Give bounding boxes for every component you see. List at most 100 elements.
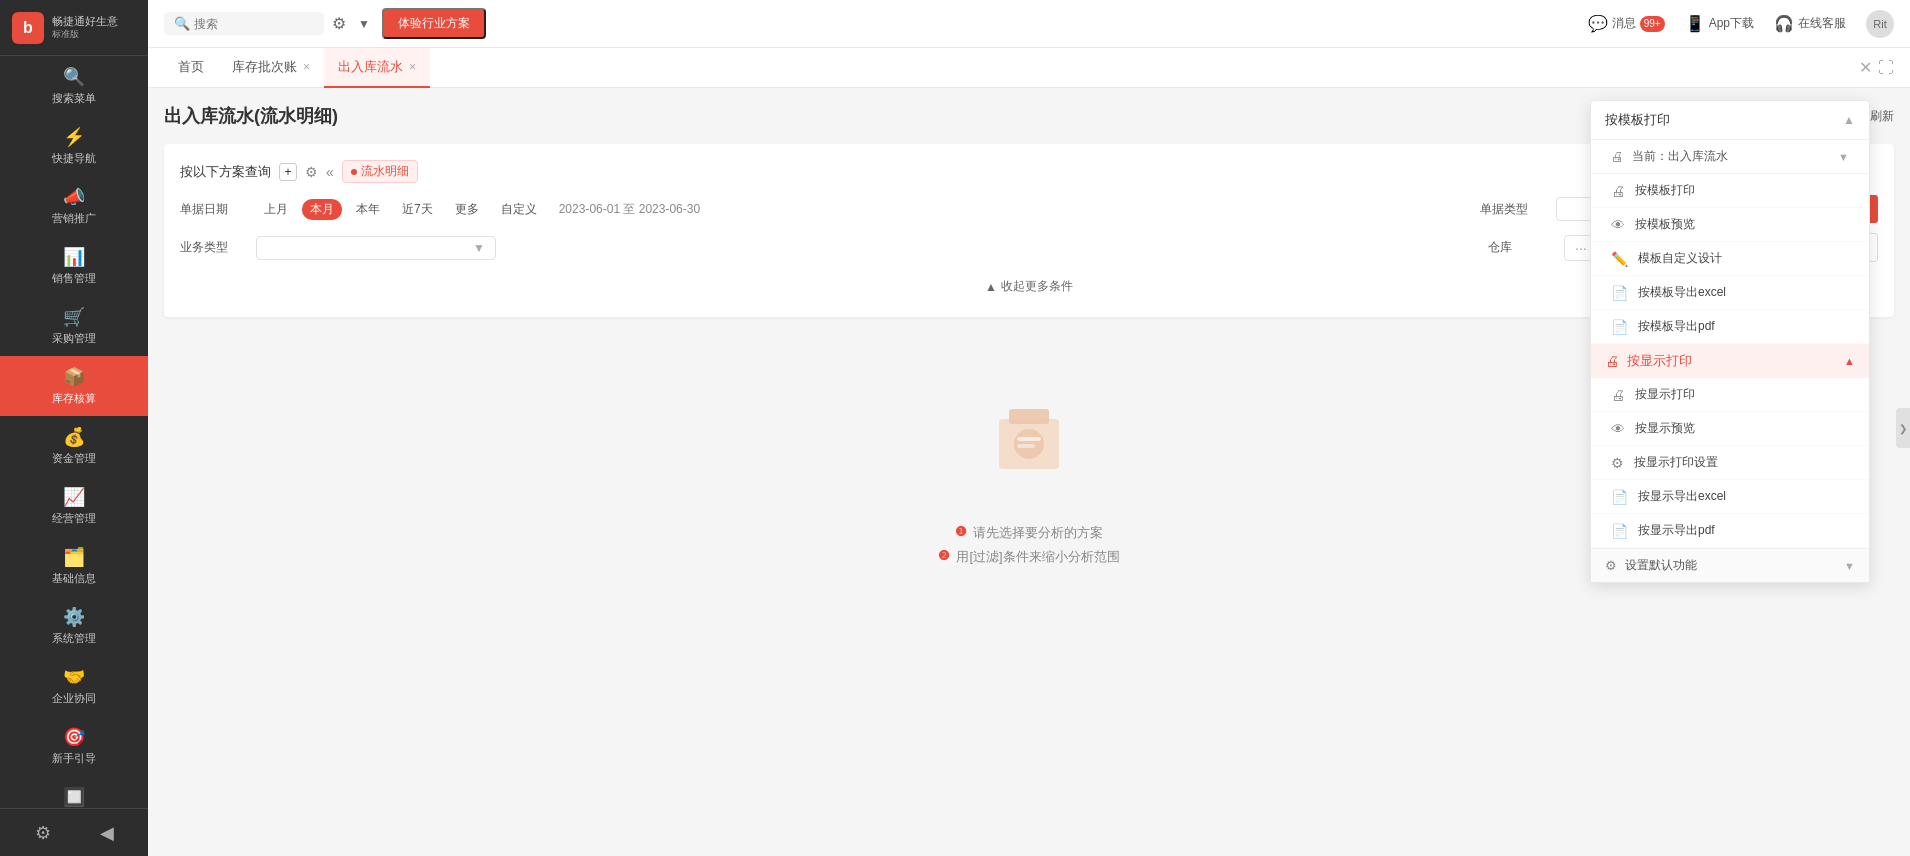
tab-home[interactable]: 首页 <box>164 48 218 88</box>
sidebar-label-search: 搜索菜单 <box>52 91 96 106</box>
app-download-label: App下载 <box>1709 15 1754 32</box>
display-export-pdf-item[interactable]: 📄 按显示导出pdf <box>1591 514 1869 548</box>
sidebar-item-system[interactable]: ⚙️ 系统管理 <box>0 596 148 656</box>
tab-flow[interactable]: 出入库流水 × <box>324 48 430 88</box>
sidebar-item-guide[interactable]: 🎯 新手引导 <box>0 716 148 776</box>
purchase-icon: 🛒 <box>63 306 85 328</box>
topbar-search-box[interactable]: 🔍 <box>164 12 324 35</box>
template-print-item[interactable]: 🖨 按模板打印 <box>1591 174 1869 208</box>
date-tab-current-month[interactable]: 本月 <box>302 199 342 220</box>
filter-warehouse-label: 仓库 <box>1488 239 1548 256</box>
collapse-bottom-icon[interactable]: ◀ <box>100 822 114 844</box>
tag-label: 流水明细 <box>361 163 409 180</box>
tab-flow-close[interactable]: × <box>409 60 416 74</box>
tab-home-label: 首页 <box>178 58 204 76</box>
display-section-header-inner: 🖨 按显示打印 <box>1605 352 1692 370</box>
user-avatar[interactable]: Rit <box>1866 10 1894 38</box>
template-section: 🖨 按模板打印 👁 按模板预览 ✏️ 模板自定义设计 📄 按模板导出excel … <box>1591 173 1869 344</box>
display-print-item[interactable]: 🖨 按显示打印 <box>1591 378 1869 412</box>
right-edge-collapse[interactable]: ❯ <box>1896 408 1910 448</box>
sidebar-item-quicknav[interactable]: ⚡ 快捷导航 <box>0 116 148 176</box>
search-input[interactable] <box>194 17 314 31</box>
tab-flow-label: 出入库流水 <box>338 58 403 76</box>
dropdown-header: 按模板打印 ▲ <box>1591 101 1869 140</box>
sidebar: b 畅捷通好生意 标准版 🔍 搜索菜单 ⚡ 快捷导航 📣 营销推广 📊 销售管理… <box>0 0 148 856</box>
message-icon: 💬 <box>1588 14 1608 33</box>
dropdown-up-icon: ▲ <box>1843 113 1855 127</box>
sidebar-label-finance: 资金管理 <box>52 451 96 466</box>
date-tab-last7[interactable]: 近7天 <box>394 199 441 220</box>
message-btn[interactable]: 💬 消息 99+ <box>1588 14 1665 33</box>
dropdown-current-selection: 🖨 当前：出入库流水 ▼ <box>1591 140 1869 173</box>
footer-chevron: ▼ <box>1844 560 1855 572</box>
display-preview-icon: 👁 <box>1611 421 1625 437</box>
template-preview-item[interactable]: 👁 按模板预览 <box>1591 208 1869 242</box>
sidebar-item-operation[interactable]: 📈 经营管理 <box>0 476 148 536</box>
inventory-icon: 📦 <box>63 366 85 388</box>
topbar-gear-icon[interactable]: ⚙ <box>332 14 346 33</box>
template-export-pdf-label: 按模板导出pdf <box>1638 318 1715 335</box>
tab-batch-close[interactable]: × <box>303 60 310 74</box>
logo-icon: b <box>12 12 44 44</box>
search-icon: 🔍 <box>63 66 85 88</box>
filter-collapse-btn[interactable]: « <box>326 164 334 180</box>
display-section-icon: 🖨 <box>1605 353 1619 369</box>
filter-settings-btn[interactable]: ⚙ <box>305 164 318 180</box>
sidebar-item-appcenter[interactable]: 🔲 应用中心 <box>0 776 148 808</box>
display-settings-item[interactable]: ⚙ 按显示打印设置 <box>1591 446 1869 480</box>
sidebar-item-marketing[interactable]: 📣 营销推广 <box>0 176 148 236</box>
sidebar-item-search[interactable]: 🔍 搜索菜单 <box>0 56 148 116</box>
warehouse-more-icon[interactable]: ··· <box>1575 240 1587 256</box>
sidebar-label-guide: 新手引导 <box>52 751 96 766</box>
sidebar-label-basic: 基础信息 <box>52 571 96 586</box>
display-export-excel-label: 按显示导出excel <box>1638 488 1726 505</box>
sidebar-bottom: ⚙ ◀ <box>0 808 148 856</box>
sidebar-label-sales: 销售管理 <box>52 271 96 286</box>
template-design-item[interactable]: ✏️ 模板自定义设计 <box>1591 242 1869 276</box>
operation-icon: 📈 <box>63 486 85 508</box>
customer-service-btn[interactable]: 🎧 在线客服 <box>1774 14 1846 33</box>
sidebar-item-finance[interactable]: 💰 资金管理 <box>0 416 148 476</box>
footer-label[interactable]: 设置默认功能 <box>1617 557 1844 574</box>
date-tab-more[interactable]: 更多 <box>447 199 487 220</box>
filter-add-btn[interactable]: + <box>279 163 297 181</box>
sidebar-item-purchase[interactable]: 🛒 采购管理 <box>0 296 148 356</box>
sidebar-label-marketing: 营销推广 <box>52 211 96 226</box>
sales-icon: 📊 <box>63 246 85 268</box>
biz-type-select[interactable]: ▼ <box>256 236 496 260</box>
settings-bottom-icon[interactable]: ⚙ <box>35 822 51 844</box>
display-export-excel-item[interactable]: 📄 按显示导出excel <box>1591 480 1869 514</box>
topbar-chevron-icon[interactable]: ▼ <box>358 17 370 31</box>
sidebar-label-inventory: 库存核算 <box>52 391 96 406</box>
topbar-search-icon: 🔍 <box>174 16 190 31</box>
sidebar-item-sales[interactable]: 📊 销售管理 <box>0 236 148 296</box>
template-export-pdf-item[interactable]: 📄 按模板导出pdf <box>1591 310 1869 344</box>
app-download-btn[interactable]: 📱 App下载 <box>1685 14 1754 33</box>
sidebar-item-inventory[interactable]: 📦 库存核算 <box>0 356 148 416</box>
display-preview-item[interactable]: 👁 按显示预览 <box>1591 412 1869 446</box>
date-tabs: 上月 本月 本年 近7天 更多 自定义 2023-06-01 至 2023-06… <box>256 199 700 220</box>
message-badge: 99+ <box>1640 16 1665 32</box>
date-tab-custom[interactable]: 自定义 <box>493 199 545 220</box>
maximize-window-icon[interactable]: ⛶ <box>1878 59 1894 77</box>
trial-button[interactable]: 体验行业方案 <box>382 8 486 39</box>
sidebar-logo: b 畅捷通好生意 标准版 <box>0 0 148 56</box>
template-export-pdf-icon: 📄 <box>1611 319 1628 335</box>
sidebar-item-enterprise[interactable]: 🤝 企业协同 <box>0 656 148 716</box>
app-name: 畅捷通好生意 <box>52 14 118 28</box>
date-tab-current-year[interactable]: 本年 <box>348 199 388 220</box>
display-export-pdf-icon: 📄 <box>1611 523 1628 539</box>
tab-batch[interactable]: 库存批次账 × <box>218 48 324 88</box>
close-window-icon[interactable]: ✕ <box>1859 58 1872 77</box>
customer-service-label: 在线客服 <box>1798 15 1846 32</box>
template-print-icon: 🖨 <box>1611 183 1625 199</box>
template-export-excel-item[interactable]: 📄 按模板导出excel <box>1591 276 1869 310</box>
display-print-icon: 🖨 <box>1611 387 1625 403</box>
topbar-right: 💬 消息 99+ 📱 App下载 🎧 在线客服 Rit <box>1588 10 1894 38</box>
empty-tip-2: ❷ 用[过滤]条件来缩小分析范围 <box>938 548 1119 566</box>
template-design-icon: ✏️ <box>1611 251 1628 267</box>
display-section-chevron: ▲ <box>1844 355 1855 367</box>
display-section-header[interactable]: 🖨 按显示打印 ▲ <box>1591 344 1869 378</box>
date-tab-last-month[interactable]: 上月 <box>256 199 296 220</box>
sidebar-item-basic[interactable]: 🗂️ 基础信息 <box>0 536 148 596</box>
